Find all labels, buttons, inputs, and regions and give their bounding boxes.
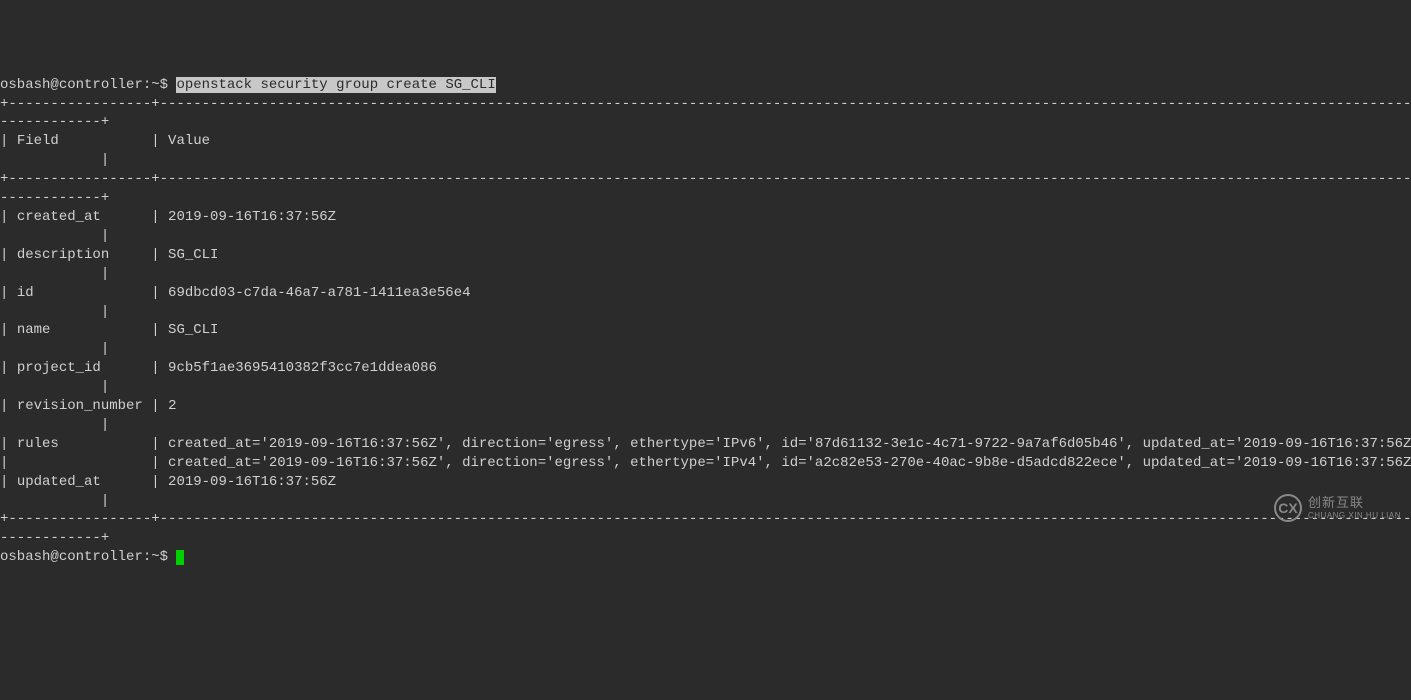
cursor[interactable] xyxy=(176,550,184,565)
prompt-host: controller xyxy=(59,77,143,93)
watermark-cn: 创新互联 xyxy=(1308,495,1401,511)
table-row: | revision_number | 2 xyxy=(0,398,1411,414)
watermark: CX 创新互联 CHUANG XIN HU LIAN xyxy=(1274,494,1401,522)
watermark-text: 创新互联 CHUANG XIN HU LIAN xyxy=(1308,495,1401,520)
table-row: | rules | created_at='2019-09-16T16:37:5… xyxy=(0,436,1411,452)
field-revision-number: revision_number xyxy=(17,398,143,414)
value-rules2: created_at='2019-09-16T16:37:56Z', direc… xyxy=(168,455,1411,471)
field-name: name xyxy=(17,322,51,338)
field-description: description xyxy=(17,247,109,263)
table-row: | project_id | 9cb5f1ae3695410382f3cc7e1… xyxy=(0,360,1411,376)
table-row: | updated_at | 2019-09-16T16:37:56Z xyxy=(0,474,1411,490)
field-updated-at: updated_at xyxy=(17,474,101,490)
field-project-id: project_id xyxy=(17,360,101,376)
watermark-logo-icon: CX xyxy=(1274,494,1302,522)
table-border-bottom: +-----------------+---------------------… xyxy=(0,511,1411,527)
table-row: | description | SG_CLI xyxy=(0,247,1411,263)
field-rules: rules xyxy=(17,436,59,452)
value-rules1: created_at='2019-09-16T16:37:56Z', direc… xyxy=(168,436,1411,452)
table-row: | | created_at='2019-09-16T16:37:56Z', d… xyxy=(0,455,1411,471)
watermark-en: CHUANG XIN HU LIAN xyxy=(1308,511,1401,521)
value-name: SG_CLI xyxy=(168,322,218,338)
table-border-wrap: ------------+ xyxy=(0,114,109,130)
table-row: | created_at | 2019-09-16T16:37:56Z xyxy=(0,209,1411,225)
header-field: Field xyxy=(17,133,59,149)
table-row: | name | SG_CLI xyxy=(0,322,1411,338)
table-border-bottom-wrap: ------------+ xyxy=(0,530,109,546)
prompt-line-2: osbash@controller:~$ xyxy=(0,549,176,565)
table-row-wrap: | xyxy=(0,228,109,244)
prompt-line: osbash@controller:~$ xyxy=(0,77,176,93)
table-row-wrap: | xyxy=(0,417,109,433)
table-row-wrap: | xyxy=(0,266,109,282)
table-row-wrap: | xyxy=(0,493,109,509)
prompt-path: ~ xyxy=(151,77,159,93)
command-input: openstack security group create SG_CLI xyxy=(176,77,495,93)
field-created-at: created_at xyxy=(17,209,101,225)
value-description: SG_CLI xyxy=(168,247,218,263)
value-id: 69dbcd03-c7da-46a7-a781-1411ea3e56e4 xyxy=(168,285,470,301)
table-row: | id | 69dbcd03-c7da-46a7-a781-1411ea3e5… xyxy=(0,285,1411,301)
value-project-id: 9cb5f1ae3695410382f3cc7e1ddea086 xyxy=(168,360,437,376)
value-created-at: 2019-09-16T16:37:56Z xyxy=(168,209,336,225)
value-updated-at: 2019-09-16T16:37:56Z xyxy=(168,474,336,490)
table-row-wrap: | xyxy=(0,304,109,320)
value-revision-number: 2 xyxy=(168,398,176,414)
table-header-row: | Field | Value xyxy=(0,133,1411,149)
prompt-symbol: $ xyxy=(160,77,168,93)
table-row-wrap: | xyxy=(0,341,109,357)
table-row-wrap: | xyxy=(0,379,109,395)
table-header-wrap: | xyxy=(0,152,109,168)
prompt-user: osbash xyxy=(0,77,50,93)
field-id: id xyxy=(17,285,34,301)
table-border-top: +-----------------+---------------------… xyxy=(0,96,1411,112)
table-border-mid: +-----------------+---------------------… xyxy=(0,171,1411,187)
table-border-mid-wrap: ------------+ xyxy=(0,190,109,206)
header-value: Value xyxy=(168,133,210,149)
terminal-output[interactable]: osbash@controller:~$ openstack security … xyxy=(0,76,1411,568)
